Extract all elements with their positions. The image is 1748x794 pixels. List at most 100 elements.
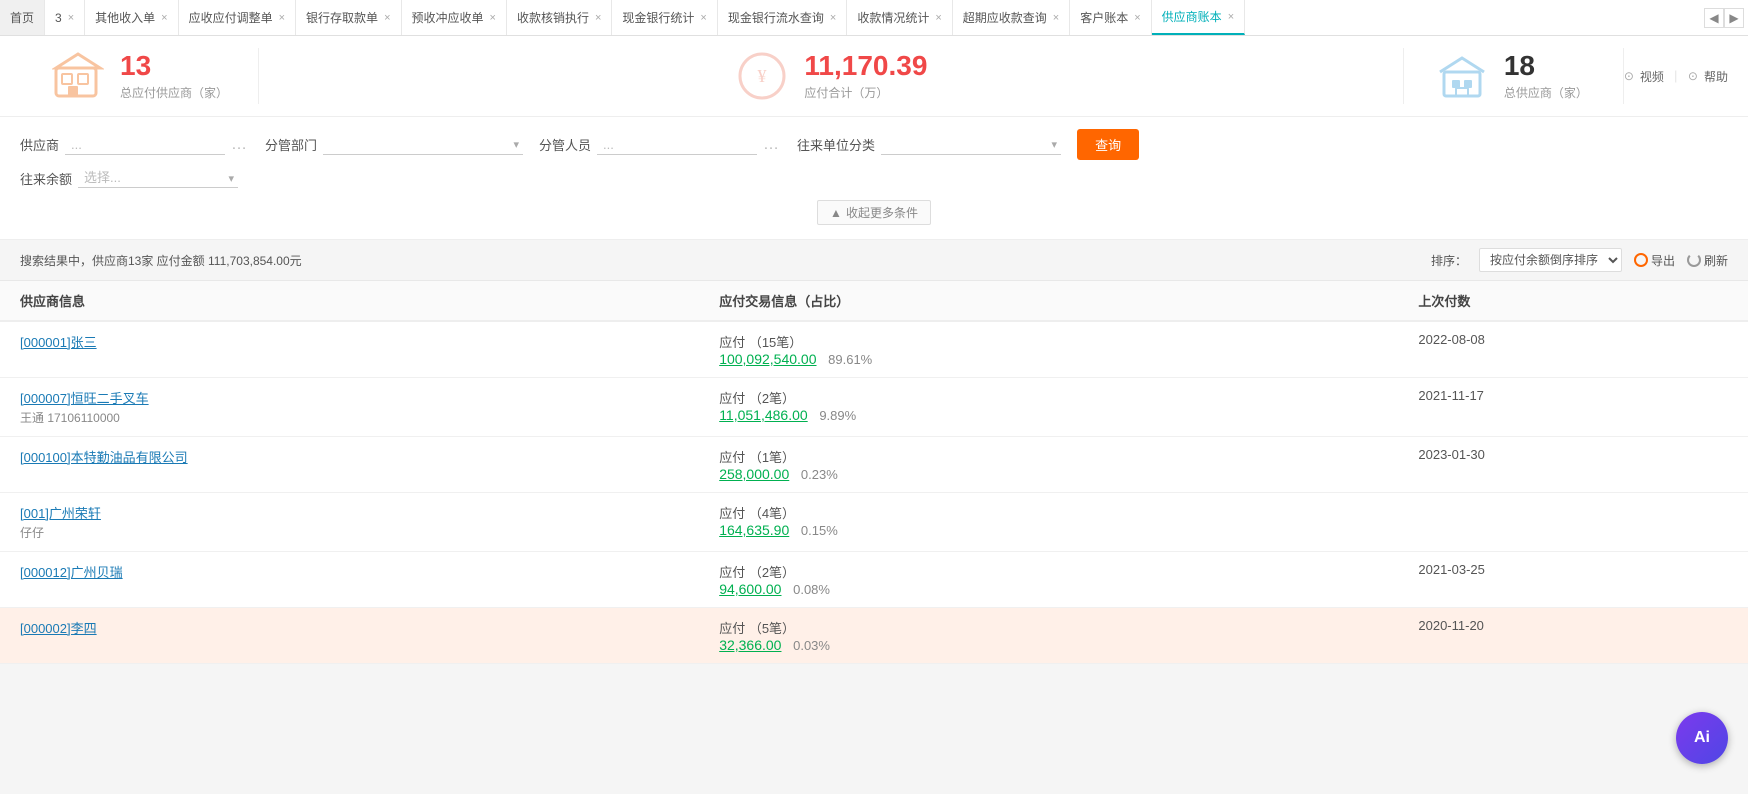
nav-tab-supplier-close[interactable]: × xyxy=(1228,11,1234,23)
nav-next-arrow[interactable]: ▶ xyxy=(1724,8,1744,28)
nav-prev-arrow[interactable]: ◀ xyxy=(1704,8,1724,28)
nav-tab-other-income-close[interactable]: × xyxy=(161,12,167,24)
amount-link[interactable]: 258,000.00 xyxy=(719,466,789,482)
collapse-button[interactable]: ▲ 收起更多条件 xyxy=(817,200,931,225)
sort-select[interactable]: 按应付余额倒序排序 xyxy=(1479,248,1622,272)
supplier-link[interactable]: [000001]张三 xyxy=(20,335,97,350)
supplier-info-cell: [000007]恒旺二手叉车王通 17106110000 xyxy=(0,378,699,437)
stats-row: 13 总应付供应商（家） ¥ 11,170.39 应付合计（万） xyxy=(0,36,1748,117)
amount-link[interactable]: 100,092,540.00 xyxy=(719,351,816,367)
tx-pct: 0.08% xyxy=(793,582,830,597)
last-pay-cell: 2022-08-08 xyxy=(1398,321,1748,378)
filter-category: 往来单位分类 ▾ xyxy=(797,135,1061,155)
nav-tab-collect-stat-close[interactable]: × xyxy=(935,12,941,24)
supplier-link[interactable]: [000002]李四 xyxy=(20,621,97,636)
category-filter-input[interactable] xyxy=(881,135,1061,155)
tx-amount-line: 11,051,486.00 9.89% xyxy=(719,407,1378,423)
col-header-supplier: 供应商信息 xyxy=(0,281,699,321)
supplier-info-cell: [001]广州荣轩仔仔 xyxy=(0,493,699,552)
nav-tab-overdue-close[interactable]: × xyxy=(1053,12,1059,24)
last-pay-cell xyxy=(1398,493,1748,552)
tx-amount-line: 100,092,540.00 89.61% xyxy=(719,351,1378,367)
nav-tab-cash-stat[interactable]: 现金银行统计 × xyxy=(612,0,717,35)
nav-tab-cash-flow-close[interactable]: × xyxy=(830,12,836,24)
amount-link[interactable]: 164,635.90 xyxy=(719,522,789,538)
person-dots-icon[interactable]: … xyxy=(763,136,781,154)
video-link[interactable]: 视频 xyxy=(1640,68,1664,85)
nav-tab-other-income[interactable]: 其他收入单 × xyxy=(85,0,178,35)
nav-tab-bank-close[interactable]: × xyxy=(384,12,390,24)
nav-tab-cash-stat-label: 现金银行统计 xyxy=(622,9,694,26)
amount-link[interactable]: 32,366.00 xyxy=(719,637,781,653)
tx-count: （2笔） xyxy=(749,565,795,580)
stat-total-suppliers-value: 18 xyxy=(1504,51,1588,82)
tx-pct: 89.61% xyxy=(828,352,872,367)
tx-count: （15笔） xyxy=(749,335,802,350)
query-button[interactable]: 查询 xyxy=(1077,129,1139,160)
supplier-info-cell: [000001]张三 xyxy=(0,321,699,378)
supplier-link[interactable]: [000012]广州贝瑞 xyxy=(20,565,123,580)
amount-link[interactable]: 94,600.00 xyxy=(719,581,781,597)
filter-area: 供应商 … 分管部门 ▾ 分管人员 … 往来单位分类 ▾ 查询 xyxy=(0,117,1748,240)
nav-tab-customer[interactable]: 客户账本 × xyxy=(1070,0,1151,35)
nav-tab-overdue[interactable]: 超期应收款查询 × xyxy=(953,0,1070,35)
nav-tab-collect[interactable]: 收款核销执行 × xyxy=(507,0,612,35)
balance-filter-input[interactable] xyxy=(78,168,238,188)
nav-tab-prepay-close[interactable]: × xyxy=(490,12,496,24)
collapse-bar: ▲ 收起更多条件 xyxy=(20,196,1728,231)
stat-payable-suppliers-value: 13 xyxy=(120,51,228,82)
tx-pct: 9.89% xyxy=(819,408,856,423)
col-header-last-pay: 上次付数 xyxy=(1398,281,1748,321)
person-filter-input[interactable] xyxy=(597,135,757,155)
supplier-link[interactable]: [001]广州荣轩 xyxy=(20,506,101,521)
nav-tab-cash-flow[interactable]: 现金银行流水查询 × xyxy=(718,0,847,35)
ai-label: Ai xyxy=(1694,729,1710,747)
help-link[interactable]: 帮助 xyxy=(1704,68,1728,85)
nav-tab-collect-stat[interactable]: 收款情况统计 × xyxy=(847,0,952,35)
tx-label: 应付 xyxy=(719,450,745,465)
stat-payable-suppliers-label: 总应付供应商（家） xyxy=(120,84,228,101)
tx-pct: 0.15% xyxy=(801,523,838,538)
nav-tab-bank[interactable]: 银行存取款单 × xyxy=(296,0,401,35)
nav-tab-home-label: 首页 xyxy=(10,9,34,26)
supplier-link[interactable]: [000100]本特勤油品有限公司 xyxy=(20,450,188,465)
nav-tab-collect-close[interactable]: × xyxy=(595,12,601,24)
tx-amount-line: 164,635.90 0.15% xyxy=(719,522,1378,538)
balance-filter-label: 往来余额 xyxy=(20,169,72,188)
nav-tab-3[interactable]: 3 × xyxy=(45,0,85,35)
col-header-tx: 应付交易信息（占比） xyxy=(699,281,1398,321)
last-pay-date: 2021-03-25 xyxy=(1418,562,1485,577)
nav-tab-adjustment-close[interactable]: × xyxy=(279,12,285,24)
tx-label: 应付 xyxy=(719,335,745,350)
supplier-dots-icon[interactable]: … xyxy=(231,136,249,154)
nav-tab-home[interactable]: 首页 xyxy=(0,0,45,35)
dept-filter-input[interactable] xyxy=(323,135,523,155)
table-row: [001]广州荣轩仔仔 应付 （4笔） 164,635.90 0.15% xyxy=(0,493,1748,552)
nav-tab-3-close[interactable]: × xyxy=(68,12,74,24)
category-select-wrap: ▾ xyxy=(881,135,1061,155)
supplier-filter-input[interactable] xyxy=(65,135,225,155)
result-bar: 搜索结果中，供应商13家 应付金额 111,703,854.00元 排序： 按应… xyxy=(0,240,1748,281)
stat-payable-amount-value: 11,170.39 xyxy=(804,51,927,82)
nav-tab-supplier-label: 供应商账本 xyxy=(1162,8,1222,25)
tx-info-cell: 应付 （1笔） 258,000.00 0.23% xyxy=(699,437,1398,493)
tx-count: （2笔） xyxy=(749,391,795,406)
nav-tab-adjustment[interactable]: 应收应付调整单 × xyxy=(179,0,296,35)
nav-tab-supplier[interactable]: 供应商账本 × xyxy=(1152,0,1245,35)
export-button[interactable]: 导出 xyxy=(1634,252,1675,269)
supplier-filter-label: 供应商 xyxy=(20,135,59,154)
collapse-up-icon: ▲ xyxy=(830,206,842,220)
dept-select-wrap: ▾ xyxy=(323,135,523,155)
nav-tab-cash-stat-close[interactable]: × xyxy=(700,12,706,24)
supplier-table: 供应商信息 应付交易信息（占比） 上次付数 [000001]张三 应付 （15笔… xyxy=(0,281,1748,664)
refresh-button[interactable]: 刷新 xyxy=(1687,252,1728,269)
ai-button[interactable]: Ai xyxy=(1676,712,1728,764)
nav-tab-prepay[interactable]: 预收冲应收单 × xyxy=(402,0,507,35)
nav-tab-prepay-label: 预收冲应收单 xyxy=(412,9,484,26)
nav-tab-customer-close[interactable]: × xyxy=(1134,12,1140,24)
last-pay-cell: 2020-11-20 xyxy=(1398,608,1748,664)
amount-link[interactable]: 11,051,486.00 xyxy=(719,407,808,423)
supplier-link[interactable]: [000007]恒旺二手叉车 xyxy=(20,391,149,406)
money-icon: ¥ xyxy=(734,48,790,104)
export-icon xyxy=(1634,253,1648,267)
